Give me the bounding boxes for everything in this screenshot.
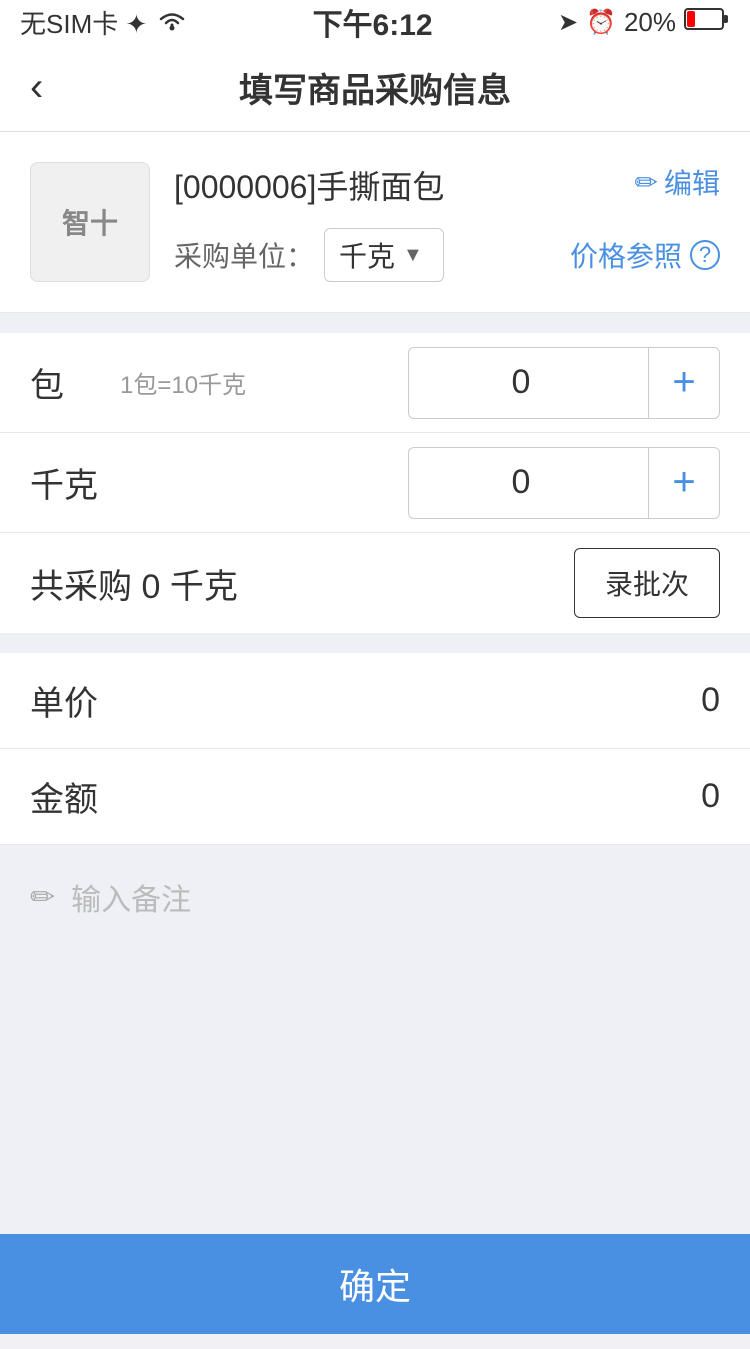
product-image: 智十 — [30, 162, 150, 282]
bag-sublabel: 1包=10千克 — [120, 365, 246, 400]
status-left: 无SIM卡 ✦ — [20, 4, 187, 41]
summary-amount: 0 — [141, 568, 160, 606]
product-name: [0000006]手撕面包 — [174, 162, 635, 208]
unit-price-label: 单价 — [30, 676, 98, 725]
edit-button[interactable]: ✏ 编辑 — [635, 162, 720, 202]
info-circle-icon: ? — [690, 240, 720, 270]
status-time: 下午6:12 — [313, 0, 433, 44]
bag-plus-button[interactable]: + — [648, 347, 720, 419]
summary-unit: 千克 — [170, 568, 238, 606]
unit-price-row: 单价 0 — [0, 653, 750, 749]
alarm-icon: ⏰ — [586, 8, 616, 37]
product-card: 智十 [0000006]手撕面包 ✏ 编辑 采购单位： 千克 ▼ — [0, 132, 750, 313]
wifi-icon — [157, 7, 187, 38]
summary-prefix: 共采购 — [30, 568, 132, 606]
kg-plus-button[interactable]: + — [648, 447, 720, 519]
kg-input[interactable] — [408, 447, 648, 519]
product-info: [0000006]手撕面包 ✏ 编辑 采购单位： 千克 ▼ 价格参照 ? — [174, 162, 720, 282]
price-section: 单价 0 金额 0 — [0, 653, 750, 845]
page-title: 填写商品采购信息 — [239, 63, 511, 112]
bottom-area — [0, 949, 750, 1249]
battery-icon — [684, 7, 730, 38]
status-bar: 无SIM卡 ✦ 下午6:12 ➤ ⏰ 20% — [0, 0, 750, 44]
pencil-icon: ✏ — [30, 880, 55, 915]
battery-percent: 20% — [624, 7, 676, 38]
nav-bar: ‹ 填写商品采购信息 — [0, 44, 750, 132]
amount-row: 金额 0 — [0, 749, 750, 845]
kg-controls: + — [110, 447, 720, 519]
back-button[interactable]: ‹ — [30, 65, 43, 110]
status-right: ➤ ⏰ 20% — [558, 7, 730, 38]
price-ref-label: 价格参照 — [570, 235, 682, 275]
bag-input-row: 包 1包=10千克 + — [0, 333, 750, 433]
bag-label: 包 — [30, 358, 110, 407]
edit-pencil-icon: ✏ — [635, 166, 658, 199]
unit-selector[interactable]: 千克 ▼ — [324, 228, 444, 282]
note-section[interactable]: ✏ 输入备注 — [0, 845, 750, 949]
summary-text: 共采购 0 千克 — [30, 559, 238, 608]
unit-value: 千克 — [339, 235, 395, 275]
kg-input-row: 千克 + — [0, 433, 750, 533]
summary-row: 共采购 0 千克 录批次 — [0, 533, 750, 633]
price-reference-button[interactable]: 价格参照 ? — [570, 235, 720, 275]
divider-1 — [0, 313, 750, 333]
kg-label: 千克 — [30, 458, 110, 507]
unit-price-value: 0 — [701, 681, 720, 720]
amount-value: 0 — [701, 777, 720, 816]
edit-label: 编辑 — [664, 162, 720, 202]
dropdown-arrow-icon: ▼ — [403, 244, 423, 267]
confirm-button[interactable]: 确定 — [0, 1234, 750, 1334]
note-placeholder: 输入备注 — [71, 875, 191, 919]
record-batch-button[interactable]: 录批次 — [574, 548, 720, 618]
bag-controls: + — [246, 347, 720, 419]
location-icon: ➤ — [558, 8, 578, 37]
quantity-input-section: 包 1包=10千克 + 千克 + — [0, 333, 750, 533]
bag-input[interactable] — [408, 347, 648, 419]
divider-2 — [0, 633, 750, 653]
unit-prefix: 采购单位： — [174, 235, 314, 275]
amount-label: 金额 — [30, 772, 98, 821]
no-sim-text: 无SIM卡 ✦ — [20, 4, 147, 41]
